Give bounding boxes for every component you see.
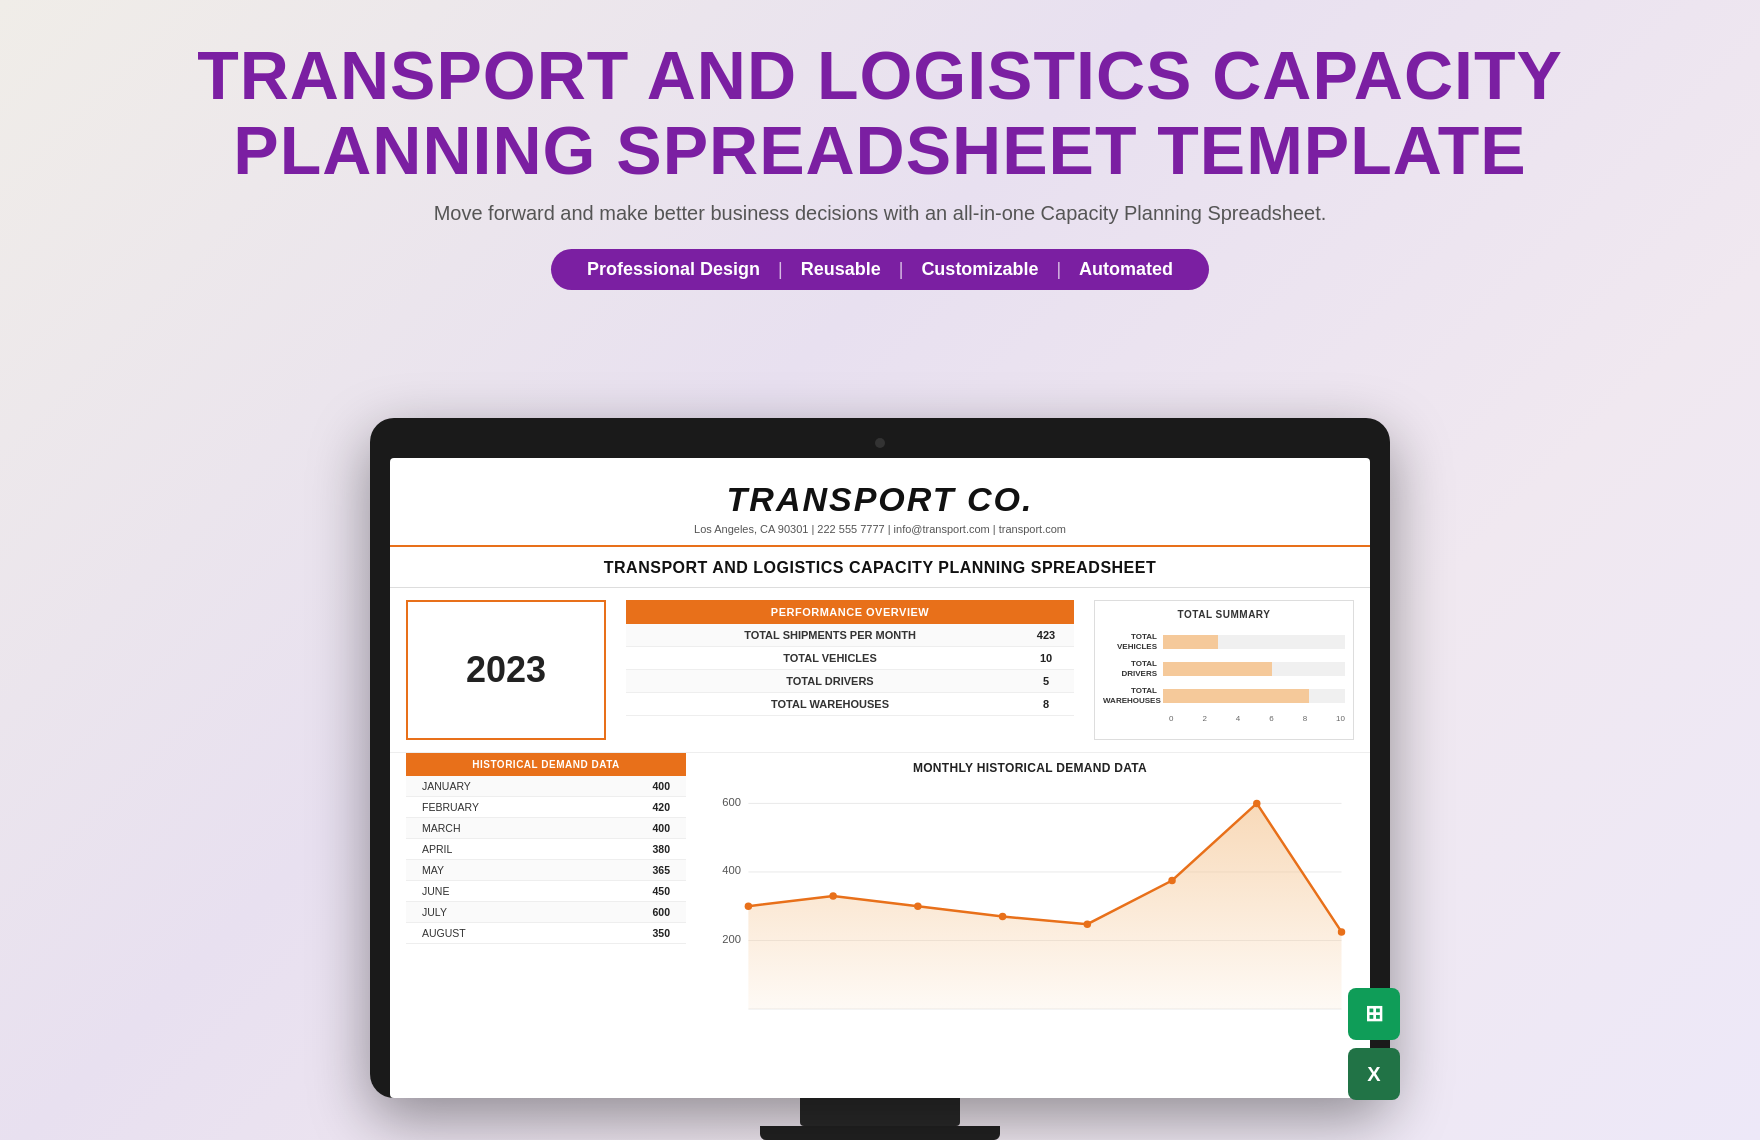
year-text: 2023 <box>466 649 546 691</box>
svg-text:600: 600 <box>722 796 741 808</box>
svg-text:400: 400 <box>722 864 741 876</box>
demand-table: HISTORICAL DEMAND DATA JANUARY 400 FEBRU… <box>406 753 686 1034</box>
demand-header: HISTORICAL DEMAND DATA <box>406 753 686 776</box>
summary-title: TOTAL SUMMARY <box>1103 609 1345 620</box>
company-name: TRANSPORT CO. <box>410 480 1350 519</box>
year-box: 2023 <box>406 600 606 740</box>
bar-fill-drivers <box>1163 662 1272 676</box>
demand-row-jul: JULY 600 <box>406 902 686 923</box>
monitor-wrapper: TRANSPORT CO. Los Angeles, CA 90301 | 22… <box>0 308 1760 1140</box>
summary-box: TOTAL SUMMARY TOTALVEHICLES <box>1094 600 1354 740</box>
excel-label: X <box>1367 1063 1380 1086</box>
badge-sep-1: | <box>778 259 783 280</box>
demand-row-feb: FEBRUARY 420 <box>406 797 686 818</box>
point-jul <box>1253 800 1260 807</box>
monitor-stand <box>800 1098 960 1126</box>
main-title: TRANSPORT AND LOGISTICS CAPACITY PLANNIN… <box>20 38 1740 188</box>
bar-track-vehicles <box>1163 635 1345 649</box>
bar-track-drivers <box>1163 662 1345 676</box>
demand-row-jan: JANUARY 400 <box>406 776 686 797</box>
badge-sep-3: | <box>1056 259 1061 280</box>
point-aug <box>1338 928 1345 935</box>
badge-professional: Professional Design <box>587 259 760 280</box>
monitor-camera <box>875 438 885 448</box>
excel-icon[interactable]: X <box>1348 1048 1400 1100</box>
line-chart-area: MONTHLY HISTORICAL DEMAND DATA 600 400 2… <box>706 753 1354 1034</box>
spreadsheet-header: TRANSPORT CO. Los Angeles, CA 90301 | 22… <box>390 458 1370 547</box>
svg-text:200: 200 <box>722 933 741 945</box>
badge-reusable: Reusable <box>801 259 881 280</box>
monitor-base <box>760 1126 1000 1140</box>
chart-axis: 0246810 <box>1169 714 1345 723</box>
area-fill <box>748 803 1341 1009</box>
data-section: 2023 PERFORMANCE OVERVIEW TOTAL SHIPMENT… <box>390 588 1370 753</box>
perf-row-vehicles: TOTAL VEHICLES 10 <box>626 647 1074 670</box>
monitor: TRANSPORT CO. Los Angeles, CA 90301 | 22… <box>370 418 1390 1098</box>
bar-track-warehouses <box>1163 689 1345 703</box>
screen: TRANSPORT CO. Los Angeles, CA 90301 | 22… <box>390 458 1370 1098</box>
sheet-title: TRANSPORT AND LOGISTICS CAPACITY PLANNIN… <box>390 547 1370 588</box>
point-mar <box>914 902 921 909</box>
bar-row-drivers: TOTALDRIVERS <box>1103 659 1345 678</box>
perf-table: PERFORMANCE OVERVIEW TOTAL SHIPMENTS PER… <box>626 600 1074 740</box>
header-section: TRANSPORT AND LOGISTICS CAPACITY PLANNIN… <box>0 0 1760 308</box>
line-chart-svg: 600 400 200 <box>706 781 1354 1030</box>
demand-row-aug: AUGUST 350 <box>406 923 686 944</box>
company-info: Los Angeles, CA 90301 | 222 555 7777 | i… <box>410 523 1350 535</box>
point-jan <box>745 902 752 909</box>
demand-row-jun: JUNE 450 <box>406 881 686 902</box>
subtitle: Move forward and make better business de… <box>20 202 1740 225</box>
badge-bar: Professional Design | Reusable | Customi… <box>551 249 1209 290</box>
badge-customizable: Customizable <box>921 259 1038 280</box>
google-sheets-icon[interactable]: ⊞ <box>1348 988 1400 1040</box>
badge-automated: Automated <box>1079 259 1173 280</box>
bar-fill-warehouses <box>1163 689 1309 703</box>
perf-row-shipments: TOTAL SHIPMENTS PER MONTH 423 <box>626 624 1074 647</box>
bar-row-warehouses: TOTALWAREHOUSES <box>1103 686 1345 705</box>
point-may <box>1084 920 1091 927</box>
demand-row-may: MAY 365 <box>406 860 686 881</box>
file-icons: ⊞ X <box>1348 988 1400 1100</box>
point-feb <box>829 892 836 899</box>
perf-header: PERFORMANCE OVERVIEW <box>626 600 1074 624</box>
bottom-section: HISTORICAL DEMAND DATA JANUARY 400 FEBRU… <box>390 753 1370 1042</box>
point-jun <box>1168 877 1175 884</box>
badge-sep-2: | <box>899 259 904 280</box>
bar-row-vehicles: TOTALVEHICLES <box>1103 632 1345 651</box>
bar-chart: TOTALVEHICLES TOTALDRIVERS <box>1103 628 1345 727</box>
demand-row-apr: APRIL 380 <box>406 839 686 860</box>
line-chart-title: MONTHLY HISTORICAL DEMAND DATA <box>706 761 1354 775</box>
demand-row-mar: MARCH 400 <box>406 818 686 839</box>
perf-row-drivers: TOTAL DRIVERS 5 <box>626 670 1074 693</box>
perf-row-warehouses: TOTAL WAREHOUSES 8 <box>626 693 1074 716</box>
point-apr <box>999 913 1006 920</box>
bar-fill-vehicles <box>1163 635 1218 649</box>
